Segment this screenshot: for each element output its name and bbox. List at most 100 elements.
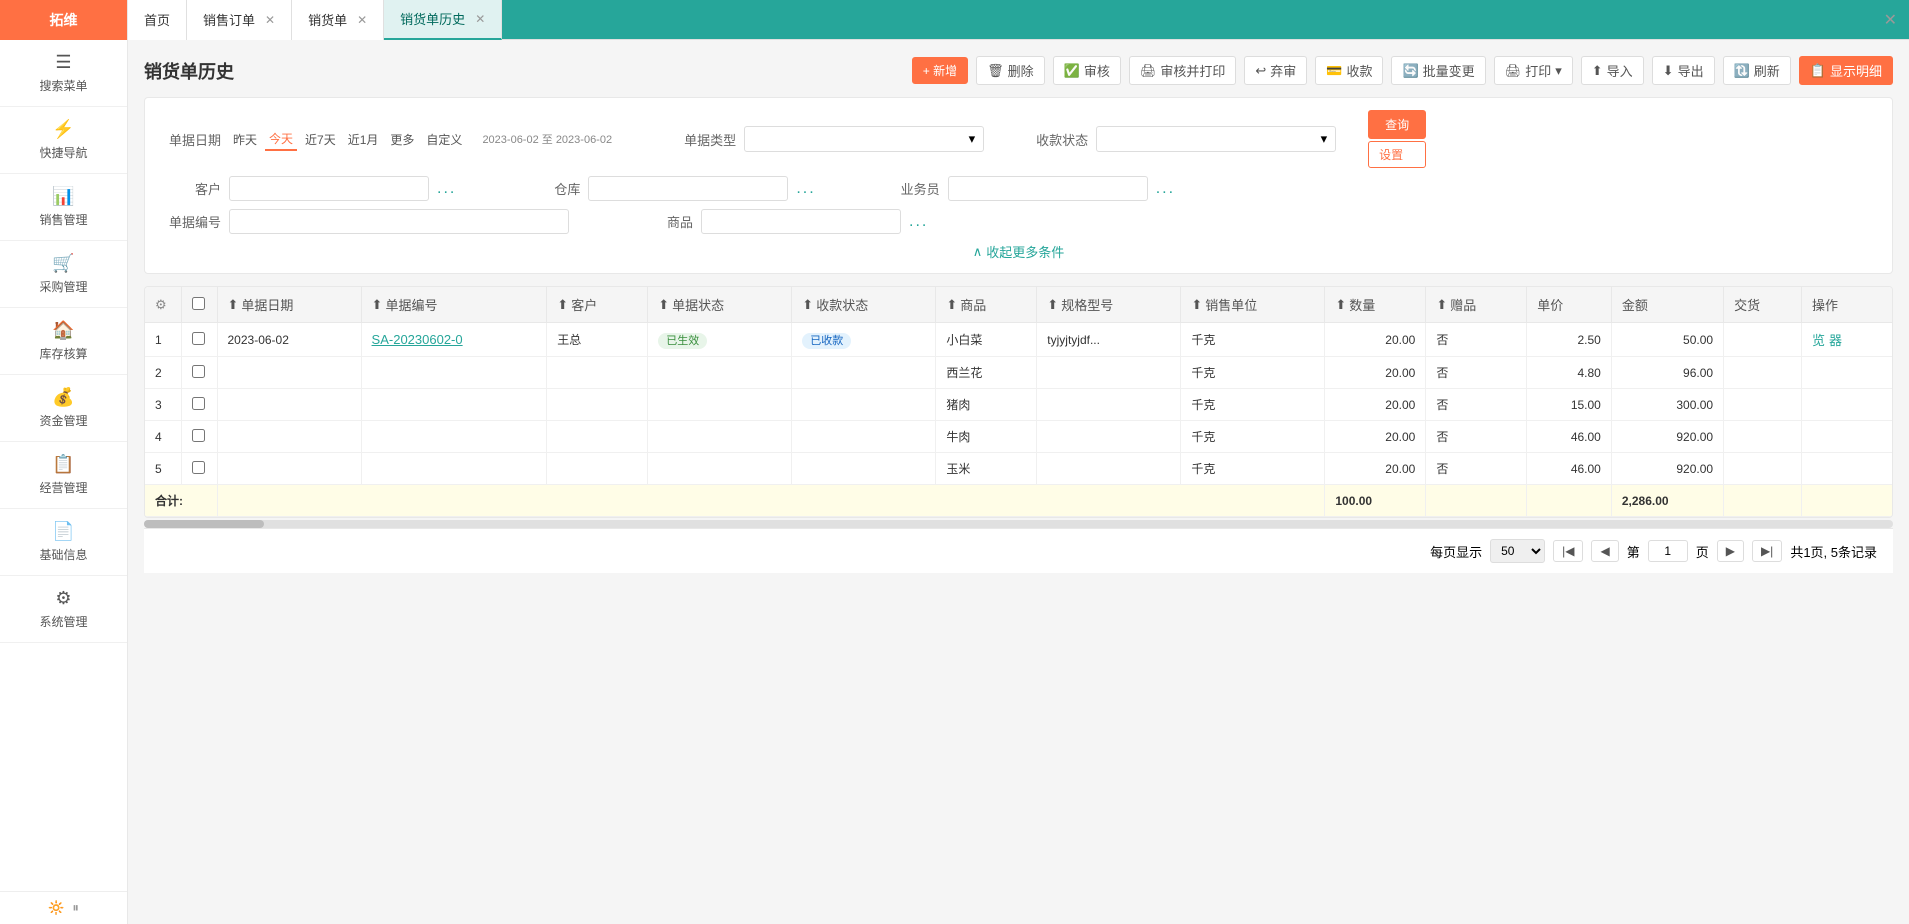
cell-doc-date (217, 453, 361, 485)
sidebar-item-sales-mgmt[interactable]: 📊 销售管理 (0, 174, 127, 241)
abandon-button[interactable]: ↩ 弃审 (1244, 56, 1307, 85)
row-checkbox[interactable] (192, 429, 205, 442)
th-customer[interactable]: ⬆客户 (547, 287, 648, 323)
cell-doc-no: SA-20230602-0 (361, 323, 547, 357)
sidebar-item-inventory[interactable]: 🏠 库存核算 (0, 308, 127, 375)
tab-sales-order[interactable]: 销售订单 ✕ (187, 0, 292, 40)
next-page-btn[interactable]: ▶ (1717, 540, 1744, 562)
show-detail-button[interactable]: 📋 显示明细 (1799, 56, 1893, 85)
cell-unit: 千克 (1181, 421, 1325, 453)
delete-button[interactable]: 🗑 删除 (976, 56, 1045, 85)
new-button[interactable]: + 新增 (912, 57, 968, 84)
goods-ellipsis-btn[interactable]: ... (909, 213, 928, 231)
sidebar-item-system-mgmt[interactable]: ⚙ 系统管理 (0, 576, 127, 643)
row-checkbox[interactable] (192, 365, 205, 378)
sidebar-item-finance-mgmt[interactable]: 💰 资金管理 (0, 375, 127, 442)
cell-goods: 猪肉 (936, 389, 1037, 421)
cell-spec (1037, 389, 1181, 421)
page-content: 销货单历史 + 新增 🗑 删除 ✅ 审核 🖨 审核并打印 ↩ 弃审 (128, 40, 1909, 924)
tab-sales-history-label: 销货单历史 (400, 9, 465, 28)
date-btn-last7[interactable]: 近7天 (301, 129, 340, 150)
date-btn-custom[interactable]: 自定义 (422, 129, 466, 150)
export-button[interactable]: ⬇ 导出 (1652, 56, 1715, 85)
main-area: 首页 销售订单 ✕ 销货单 ✕ 销货单历史 ✕ ✕ 销货单历史 + 新增 🗑 删… (128, 0, 1909, 924)
sidebar-label-purchase-mgmt: 采购管理 (39, 278, 87, 295)
last-page-btn[interactable]: ▶| (1752, 540, 1782, 562)
window-close-btn[interactable]: ✕ (1872, 10, 1909, 30)
collect-status-select[interactable]: ▾ (1096, 126, 1336, 152)
date-range-text: 2023-06-02 至 2023-06-02 (482, 134, 612, 146)
collect-button[interactable]: 💳 收款 (1315, 56, 1383, 85)
th-collect-status[interactable]: ⬆收款状态 (792, 287, 936, 323)
sidebar-bottom-icon2[interactable]: ⏸ (72, 900, 79, 916)
page-input[interactable] (1648, 540, 1688, 562)
th-unit[interactable]: ⬆销售单位 (1181, 287, 1325, 323)
settings-button[interactable]: 设置 (1368, 141, 1426, 168)
sidebar-label-search-menu: 搜索菜单 (39, 77, 87, 94)
import-button[interactable]: ⬆ 导入 (1581, 56, 1644, 85)
warehouse-input[interactable] (588, 176, 788, 201)
refresh-button[interactable]: 🔃 刷新 (1723, 56, 1791, 85)
view-action[interactable]: 览 (1812, 333, 1825, 348)
doc-no-input[interactable] (229, 209, 569, 234)
summary-empty2 (1426, 485, 1527, 517)
date-btn-yesterday[interactable]: 昨天 (229, 129, 261, 150)
cell-doc-no (361, 357, 547, 389)
th-checkbox (181, 287, 217, 323)
batch-change-button[interactable]: 🔄 批量变更 (1391, 56, 1485, 85)
select-all-checkbox[interactable] (192, 297, 205, 310)
sidebar-bottom-icon1[interactable]: 🔆 (48, 900, 64, 916)
tab-sales-invoice[interactable]: 销货单 ✕ (292, 0, 384, 40)
prev-page-btn[interactable]: ◀ (1591, 540, 1618, 562)
customer-ellipsis-btn[interactable]: ... (437, 180, 456, 198)
summary-label: 合计: (145, 485, 217, 517)
sidebar-item-basic-info[interactable]: 📄 基础信息 (0, 509, 127, 576)
customer-input[interactable] (229, 176, 429, 201)
cell-row-no: 3 (145, 389, 181, 421)
edit-action[interactable]: 器 (1829, 333, 1842, 348)
business-input[interactable] (948, 176, 1148, 201)
date-btn-today[interactable]: 今天 (265, 128, 297, 151)
sidebar-item-quick-nav[interactable]: ⚡ 快捷导航 (0, 107, 127, 174)
th-qty[interactable]: ⬆数量 (1325, 287, 1426, 323)
sidebar-label-operations-mgmt: 经营管理 (39, 479, 87, 496)
tab-sales-history[interactable]: 销货单历史 ✕ (384, 0, 502, 40)
tab-sales-invoice-close[interactable]: ✕ (357, 13, 367, 27)
date-btn-last1m[interactable]: 近1月 (344, 129, 383, 150)
collapse-btn[interactable]: ∧ 收起更多条件 (161, 242, 1876, 261)
row-checkbox[interactable] (192, 461, 205, 474)
th-doc-status[interactable]: ⬆单据状态 (648, 287, 792, 323)
date-btn-more[interactable]: 更多 (386, 129, 418, 150)
doc-no-link[interactable]: SA-20230602-0 (372, 332, 463, 347)
print-button[interactable]: 🖨 打印 ▾ (1494, 56, 1573, 85)
sidebar-item-search-menu[interactable]: ☰ 搜索菜单 (0, 40, 127, 107)
audit-button[interactable]: ✅ 审核 (1053, 56, 1121, 85)
th-settings[interactable]: ⚙ (145, 287, 181, 323)
table-settings-icon[interactable]: ⚙ (155, 297, 167, 312)
goods-input[interactable] (701, 209, 901, 234)
business-ellipsis-btn[interactable]: ... (1156, 180, 1175, 198)
per-page-select[interactable]: 50 100 200 (1490, 539, 1545, 563)
sidebar-item-operations-mgmt[interactable]: 📋 经营管理 (0, 442, 127, 509)
audit-print-button[interactable]: 🖨 审核并打印 (1129, 56, 1237, 85)
th-spec[interactable]: ⬆规格型号 (1037, 287, 1181, 323)
filter-row-1: 单据日期 昨天 今天 近7天 近1月 更多 自定义 2023-06-02 至 2… (161, 110, 1876, 168)
tab-home[interactable]: 首页 (128, 0, 187, 40)
th-gift[interactable]: ⬆赠品 (1426, 287, 1527, 323)
tab-sales-order-close[interactable]: ✕ (265, 13, 275, 27)
cell-price: 46.00 (1527, 453, 1612, 485)
query-button[interactable]: 查询 (1368, 110, 1426, 139)
th-doc-no[interactable]: ⬆单据编号 (361, 287, 547, 323)
warehouse-ellipsis-btn[interactable]: ... (796, 180, 815, 198)
sidebar-item-purchase-mgmt[interactable]: 🛒 采购管理 (0, 241, 127, 308)
horizontal-scrollbar[interactable] (144, 520, 1893, 528)
first-page-btn[interactable]: |◀ (1553, 540, 1583, 562)
th-goods[interactable]: ⬆商品 (936, 287, 1037, 323)
cell-row-no: 5 (145, 453, 181, 485)
th-doc-date[interactable]: ⬆单据日期 (217, 287, 361, 323)
cell-checkbox (181, 421, 217, 453)
doc-type-select[interactable]: ▾ (744, 126, 984, 152)
row-checkbox[interactable] (192, 332, 205, 345)
tab-sales-history-close[interactable]: ✕ (475, 12, 485, 26)
row-checkbox[interactable] (192, 397, 205, 410)
